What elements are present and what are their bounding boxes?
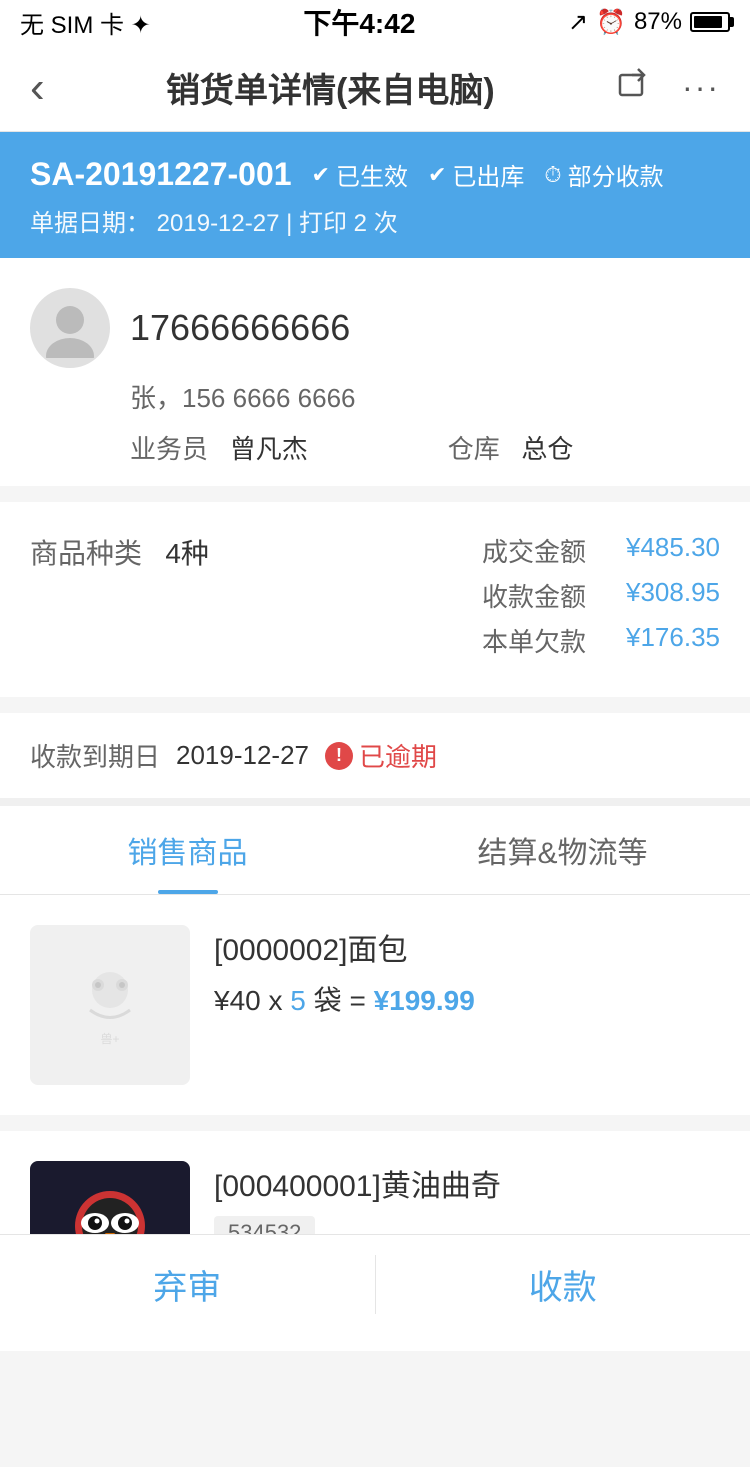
product-type-count: 4种 (165, 538, 209, 569)
product-info-1: [0000002]面包 ¥40 x 5 袋 = ¥199.99 (214, 925, 720, 1019)
overdue-icon: ! (325, 742, 353, 770)
amount-label: 成交金额 (482, 532, 586, 569)
payment-row: 收款金额 ¥308.95 (482, 577, 720, 614)
cancel-button[interactable]: 弃审 (0, 1235, 375, 1334)
status-left: 无 SIM 卡 ✦ (20, 5, 151, 40)
due-date: 2019-12-27 (176, 740, 309, 771)
status-right: ↗ ⏰ 87% (568, 8, 730, 37)
customer-avatar (30, 288, 110, 368)
order-header-top: SA-20191227-001 ✔ 已生效 ✔ 已出库 ⏱ 部分收款 (30, 156, 720, 193)
product-qty-1: 5 (290, 985, 306, 1016)
product-price-1: ¥40 x 5 袋 = ¥199.99 (214, 979, 720, 1019)
nav-bar: ‹ 销货单详情(来自电脑) ··· (0, 44, 750, 132)
product-base-price-1: ¥40 (214, 985, 261, 1016)
product-unit-1: 袋 (314, 985, 342, 1016)
clock-icon: ⏱ (544, 162, 561, 188)
debt-label: 本单欠款 (482, 622, 586, 659)
customer-contact: 张，156 6666 6666 (30, 378, 720, 415)
sales-field: 业务员 曾凡杰 (130, 429, 308, 466)
tabs: 销售商品 结算&物流等 (0, 806, 750, 895)
more-button[interactable]: ··· (682, 69, 720, 106)
status-badge-effective: ✔ 已生效 (312, 157, 408, 192)
summary-section: 商品种类 4种 成交金额 ¥485.30 收款金额 ¥308.95 本单欠款 ¥… (0, 502, 750, 697)
due-label: 收款到期日 (30, 737, 160, 774)
amount-value: ¥485.30 (626, 532, 720, 569)
product-image-1: 兽+ (30, 925, 190, 1085)
check-icon-1: ✔ (312, 162, 330, 188)
sim-label: 无 SIM 卡 ✦ (20, 5, 151, 40)
customer-phone: 17666666666 (130, 307, 350, 349)
location-icon: ↗ (568, 8, 588, 37)
tab-settlement[interactable]: 结算&物流等 (375, 806, 750, 894)
order-id: SA-20191227-001 (30, 156, 292, 193)
alarm-icon: ⏰ (596, 8, 626, 37)
due-section: 收款到期日 2019-12-27 ! 已逾期 (0, 713, 750, 806)
overdue-text: 已逾期 (359, 737, 437, 774)
summary-right: 成交金额 ¥485.30 收款金额 ¥308.95 本单欠款 ¥176.35 (482, 532, 720, 667)
product-name-2: [000400001]黄油曲奇 (214, 1161, 720, 1205)
order-header: SA-20191227-001 ✔ 已生效 ✔ 已出库 ⏱ 部分收款 单据日期：… (0, 132, 750, 258)
customer-row: 17666666666 (30, 288, 720, 368)
battery-icon (690, 12, 730, 32)
product-type-label: 商品种类 (30, 538, 142, 569)
product-name-1: [0000002]面包 (214, 925, 720, 969)
check-icon-2: ✔ (428, 162, 446, 188)
debt-value: ¥176.35 (626, 622, 720, 659)
warehouse-value: 总仓 (521, 434, 573, 464)
page-title: 销货单详情(来自电脑) (166, 63, 495, 112)
battery-level: 87% (634, 8, 682, 36)
status-badge-partial: ⏱ 部分收款 (544, 157, 663, 192)
status-time: 下午4:42 (303, 2, 415, 42)
order-meta: 单据日期： 2019-12-27 | 打印 2 次 (30, 203, 720, 238)
tab-sales-products[interactable]: 销售商品 (0, 806, 375, 894)
warehouse-field: 仓库 总仓 (448, 429, 574, 466)
sales-label: 业务员 (130, 434, 208, 464)
summary-left: 商品种类 4种 (30, 532, 209, 572)
bottom-bar: 弃审 收款 (0, 1234, 750, 1334)
amount-row: 成交金额 ¥485.30 (482, 532, 720, 569)
status-badge-shipped: ✔ 已出库 (428, 157, 524, 192)
overdue-badge: ! 已逾期 (325, 737, 437, 774)
payment-label: 收款金额 (482, 577, 586, 614)
debt-row: 本单欠款 ¥176.35 (482, 622, 720, 659)
warehouse-label: 仓库 (448, 434, 500, 464)
sales-value: 曾凡杰 (230, 434, 308, 464)
product-item-1: 兽+ [0000002]面包 ¥40 x 5 袋 = ¥199.99 (0, 895, 750, 1115)
status-bar: 无 SIM 卡 ✦ 下午4:42 ↗ ⏰ 87% (0, 0, 750, 44)
customer-detail: 业务员 曾凡杰 仓库 总仓 (30, 429, 720, 466)
payment-value: ¥308.95 (626, 577, 720, 614)
svg-text:兽+: 兽+ (100, 1032, 119, 1046)
product-total-1: ¥199.99 (374, 985, 475, 1016)
share-button[interactable] (616, 65, 652, 110)
customer-section: 17666666666 张，156 6666 6666 业务员 曾凡杰 仓库 总… (0, 258, 750, 486)
nav-actions: ··· (616, 65, 720, 110)
back-button[interactable]: ‹ (30, 63, 45, 113)
confirm-button[interactable]: 收款 (376, 1235, 750, 1334)
